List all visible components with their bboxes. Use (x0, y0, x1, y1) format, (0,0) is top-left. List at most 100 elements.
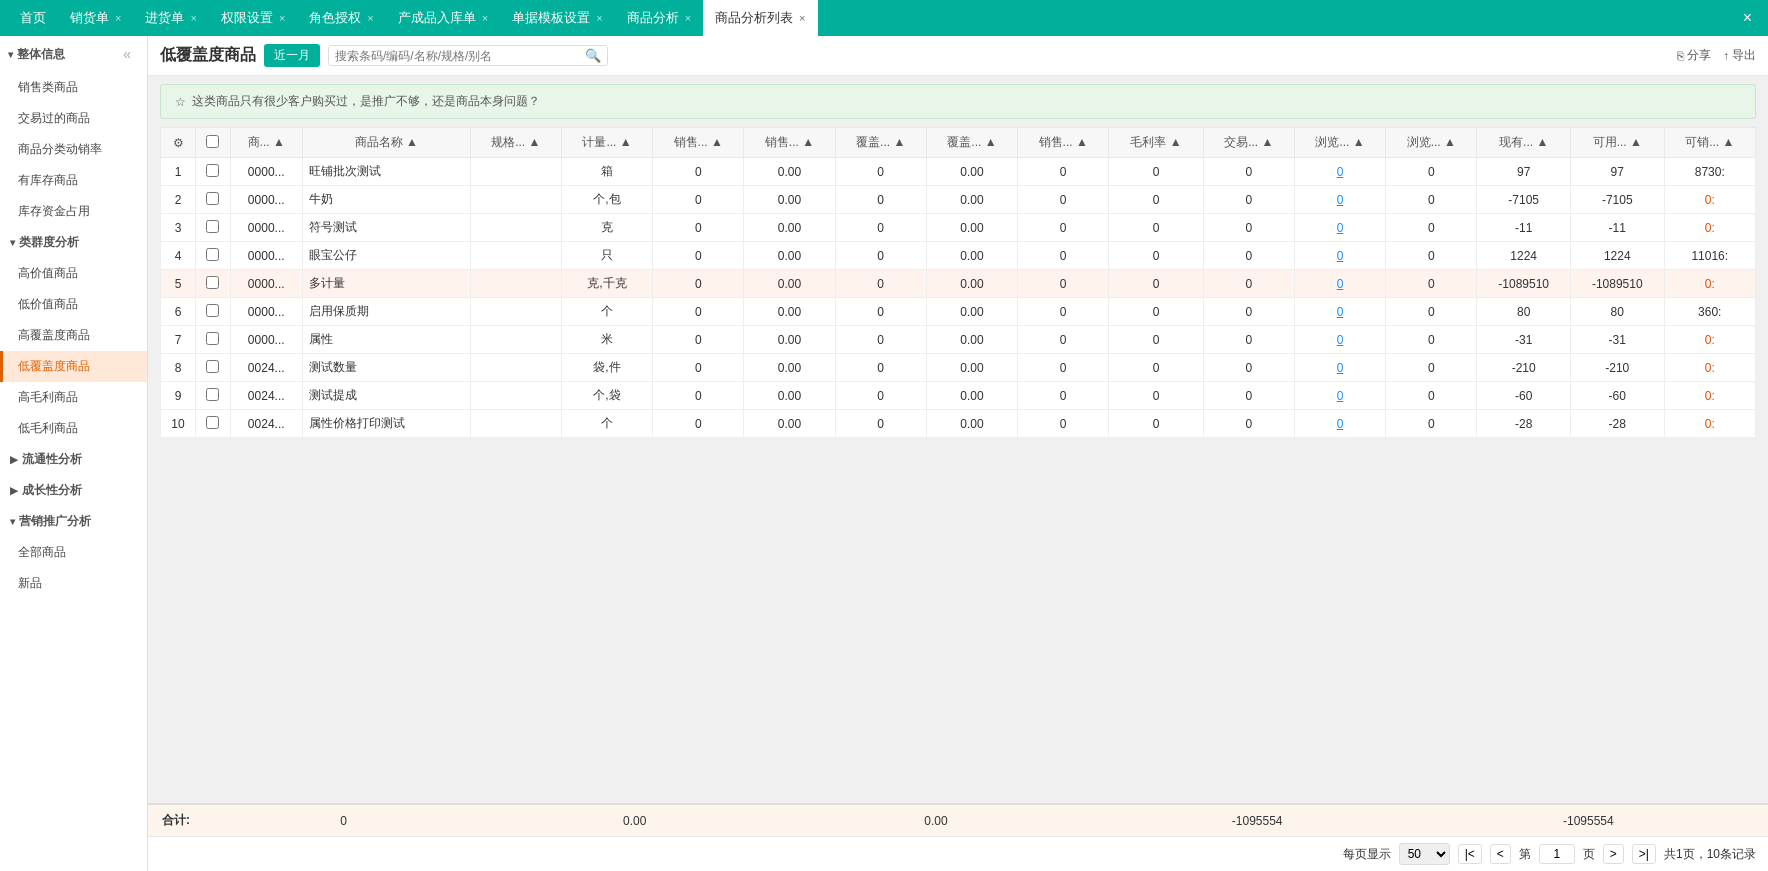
nav-item-products[interactable]: 产成品入库单 × (386, 0, 500, 36)
total-stock1: -1095554 (1207, 814, 1307, 828)
col-stock1[interactable]: 现有... ▲ (1477, 128, 1571, 158)
sidebar-item-new-products[interactable]: 新品 (0, 568, 147, 599)
row-b1[interactable]: 0 (1294, 186, 1385, 214)
row-name: 牛奶 (302, 186, 470, 214)
col-name[interactable]: 商品名称 ▲ (302, 128, 470, 158)
sidebar-section-cluster[interactable]: ▾ 类群度分析 (0, 227, 147, 258)
sidebar-item-high-value[interactable]: 高价值商品 (0, 258, 147, 289)
row-b1[interactable]: 0 (1294, 158, 1385, 186)
export-button[interactable]: ↑ 导出 (1723, 47, 1756, 64)
sidebar-section-growth[interactable]: ▶ 成长性分析 (0, 475, 147, 506)
row-b1[interactable]: 0 (1294, 382, 1385, 410)
nav-item-purchase[interactable]: 进货单 × (133, 0, 208, 36)
period-button[interactable]: 近一月 (264, 44, 320, 67)
row-spec (470, 214, 561, 242)
row-checkbox[interactable] (196, 270, 230, 298)
first-page-button[interactable]: |< (1458, 844, 1482, 864)
row-checkbox[interactable] (196, 354, 230, 382)
sidebar-section-marketing[interactable]: ▾ 营销推广分析 (0, 506, 147, 537)
close-icon[interactable]: × (482, 12, 488, 24)
page-number-input[interactable] (1539, 844, 1575, 864)
row-b1[interactable]: 0 (1294, 326, 1385, 354)
row-checkbox[interactable] (196, 242, 230, 270)
next-page-button[interactable]: > (1603, 844, 1624, 864)
row-trans: 0 (1203, 326, 1294, 354)
sidebar-item-traded-products[interactable]: 交易过的商品 (0, 103, 147, 134)
row-checkbox[interactable] (196, 186, 230, 214)
nav-item-sales[interactable]: 销货单 × (58, 0, 133, 36)
nav-item-templates[interactable]: 单据模板设置 × (500, 0, 614, 36)
sidebar-item-category-rate[interactable]: 商品分类动销率 (0, 134, 147, 165)
col-margin[interactable]: 毛利率 ▲ (1109, 128, 1203, 158)
row-b1[interactable]: 0 (1294, 410, 1385, 438)
close-icon[interactable]: × (596, 12, 602, 24)
row-checkbox[interactable] (196, 382, 230, 410)
window-close-button[interactable]: × (1735, 9, 1760, 27)
chevron-down-icon: ▾ (8, 49, 13, 60)
row-checkbox[interactable] (196, 410, 230, 438)
row-checkbox[interactable] (196, 298, 230, 326)
close-icon[interactable]: × (190, 12, 196, 24)
col-sales1[interactable]: 销售... ▲ (653, 128, 744, 158)
share-button[interactable]: ⎘ 分享 (1677, 47, 1711, 64)
row-stock3: 0: (1664, 410, 1755, 438)
row-stock1: 1224 (1477, 242, 1571, 270)
col-spec[interactable]: 规格... ▲ (470, 128, 561, 158)
sidebar-item-sales-products[interactable]: 销售类商品 (0, 72, 147, 103)
sidebar-collapse-button[interactable]: « (115, 42, 139, 66)
col-checkbox[interactable] (196, 128, 230, 158)
row-b1[interactable]: 0 (1294, 298, 1385, 326)
row-b1[interactable]: 0 (1294, 354, 1385, 382)
row-s2: 0.00 (744, 186, 835, 214)
nav-item-analysis-list[interactable]: 商品分析列表 × (703, 0, 817, 36)
close-icon[interactable]: × (367, 12, 373, 24)
row-checkbox[interactable] (196, 214, 230, 242)
col-code[interactable]: 商... ▲ (230, 128, 302, 158)
col-browse1[interactable]: 浏览... ▲ (1294, 128, 1385, 158)
sidebar-item-high-margin[interactable]: 高毛利商品 (0, 382, 147, 413)
last-page-button[interactable]: >| (1632, 844, 1656, 864)
col-browse2[interactable]: 浏览... ▲ (1386, 128, 1477, 158)
sidebar-section-liquidity[interactable]: ▶ 流通性分析 (0, 444, 147, 475)
prev-page-button[interactable]: < (1490, 844, 1511, 864)
select-all-checkbox[interactable] (206, 135, 219, 148)
close-icon[interactable]: × (685, 12, 691, 24)
sidebar-item-capital[interactable]: 库存资金占用 (0, 196, 147, 227)
row-stock3: 8730: (1664, 158, 1755, 186)
row-checkbox[interactable] (196, 158, 230, 186)
sidebar-item-in-stock[interactable]: 有库存商品 (0, 165, 147, 196)
sidebar-item-high-coverage[interactable]: 高覆盖度商品 (0, 320, 147, 351)
table-container[interactable]: ⚙ 商... ▲ 商品名称 ▲ 规格... ▲ 计量... ▲ 销售... ▲ … (148, 127, 1768, 803)
col-sales2[interactable]: 销售... ▲ (744, 128, 835, 158)
nav-item-analysis[interactable]: 商品分析 × (615, 0, 703, 36)
sidebar-item-low-value[interactable]: 低价值商品 (0, 289, 147, 320)
nav-item-permissions[interactable]: 权限设置 × (209, 0, 297, 36)
row-b1[interactable]: 0 (1294, 242, 1385, 270)
col-unit[interactable]: 计量... ▲ (561, 128, 652, 158)
col-stock2[interactable]: 可用... ▲ (1570, 128, 1664, 158)
sidebar-item-low-coverage[interactable]: 低覆盖度商品 (0, 351, 147, 382)
per-page-select[interactable]: 50 100 200 (1399, 843, 1450, 865)
sidebar-item-all-products[interactable]: 全部商品 (0, 537, 147, 568)
search-input[interactable] (335, 49, 585, 63)
row-checkbox[interactable] (196, 326, 230, 354)
total-c2: 0.00 (896, 814, 976, 828)
nav-item-roles[interactable]: 角色授权 × (297, 0, 385, 36)
col-cover2[interactable]: 覆盖... ▲ (926, 128, 1017, 158)
row-b1[interactable]: 0 (1294, 214, 1385, 242)
close-icon[interactable]: × (279, 12, 285, 24)
sidebar-section-overall[interactable]: ▾ 整体信息 (8, 46, 65, 63)
row-margin: 0 (1109, 186, 1203, 214)
sidebar-item-low-margin[interactable]: 低毛利商品 (0, 413, 147, 444)
close-icon[interactable]: × (799, 12, 805, 24)
search-icon[interactable]: 🔍 (585, 48, 601, 63)
nav-item-home[interactable]: 首页 (8, 0, 58, 36)
col-sales3[interactable]: 销售... ▲ (1018, 128, 1109, 158)
row-b1[interactable]: 0 (1294, 270, 1385, 298)
col-trans[interactable]: 交易... ▲ (1203, 128, 1294, 158)
col-stock3[interactable]: 可销... ▲ (1664, 128, 1755, 158)
close-icon[interactable]: × (115, 12, 121, 24)
row-s1: 0 (653, 354, 744, 382)
col-cover1[interactable]: 覆盖... ▲ (835, 128, 926, 158)
col-settings[interactable]: ⚙ (161, 128, 196, 158)
